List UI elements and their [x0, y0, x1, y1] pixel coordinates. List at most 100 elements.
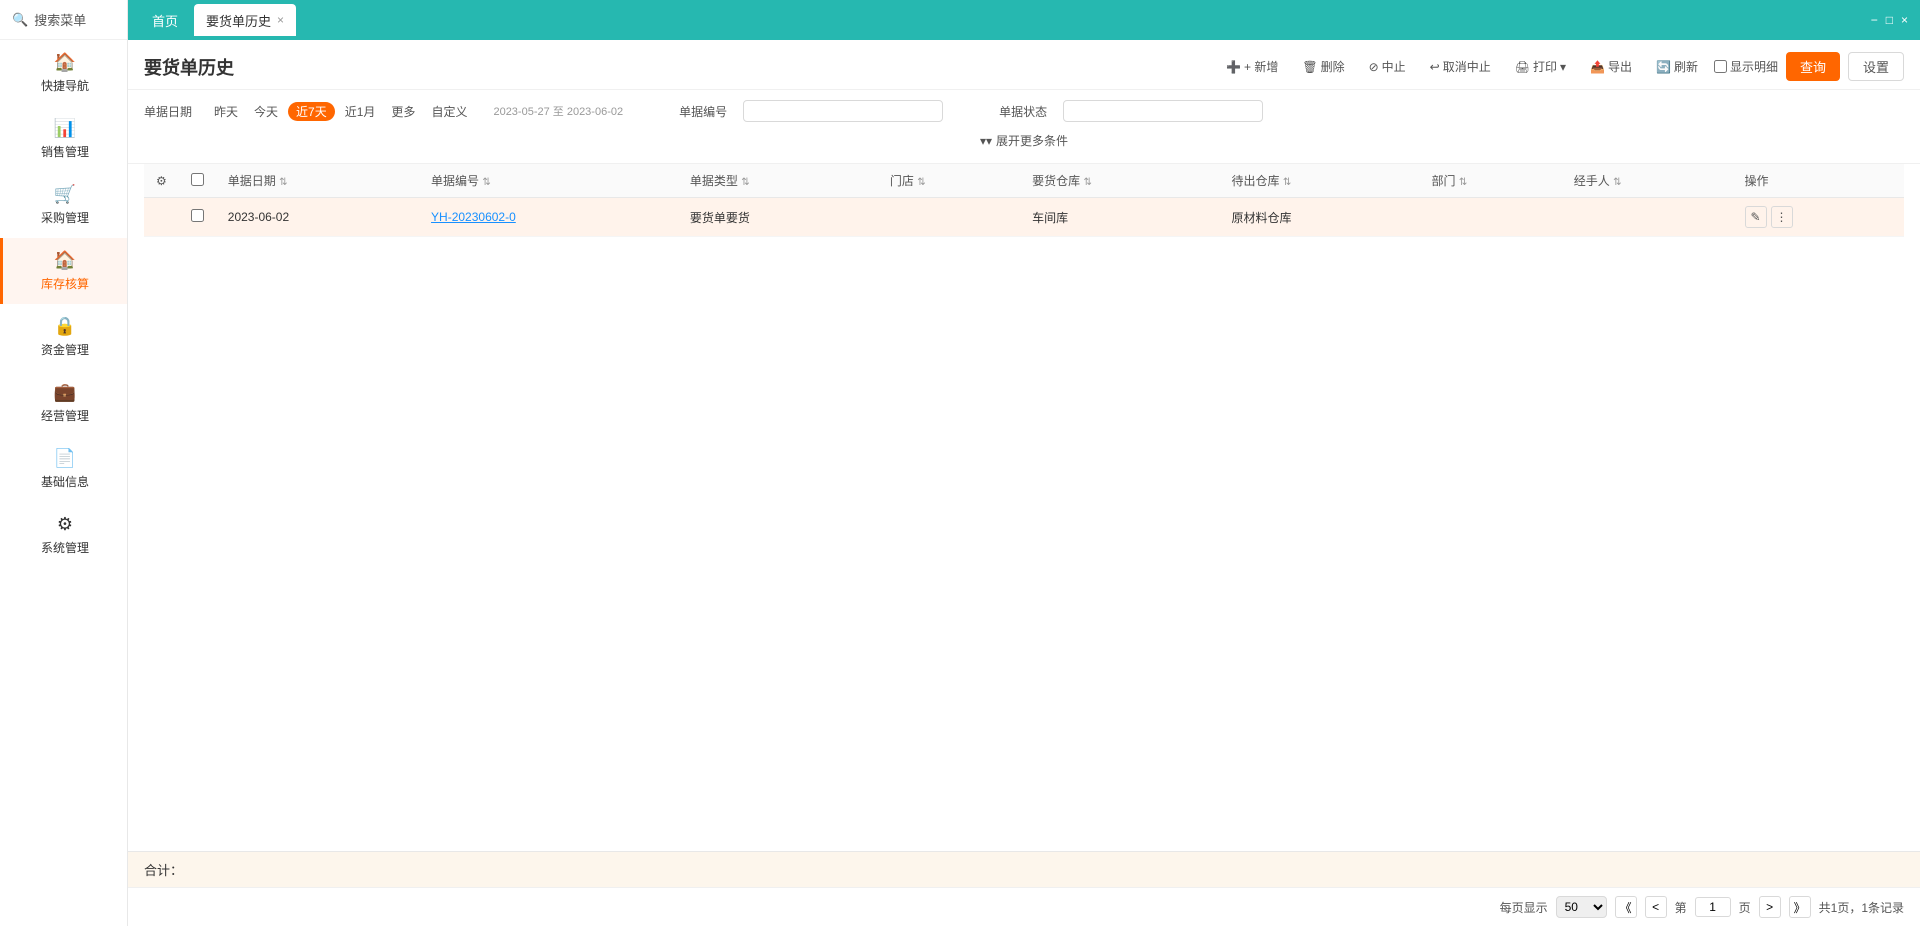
- sidebar-item-inventory[interactable]: 🏠 库存核算: [0, 238, 127, 304]
- print-dropdown-icon: ▾: [1560, 60, 1566, 74]
- basic-info-icon: 📄: [54, 448, 76, 469]
- row-store: [878, 198, 1020, 237]
- refresh-icon: 🔄: [1656, 60, 1671, 74]
- window-maximize[interactable]: □: [1886, 13, 1893, 27]
- date-btn-custom[interactable]: 自定义: [425, 102, 473, 121]
- date-btn-more[interactable]: 更多: [385, 102, 421, 121]
- date-btn-today[interactable]: 今天: [248, 102, 284, 121]
- prev-page-btn[interactable]: <: [1645, 896, 1667, 918]
- data-table: ⚙ 单据日期 ⇅ 单据编号 ⇅: [144, 164, 1904, 237]
- status-label: 单据状态: [999, 103, 1047, 120]
- toolbar: ➕ + 新增 🗑 删除 ⊘ 中止 ↩ 取消中止 🖨 打印: [1218, 52, 1904, 81]
- delete-button[interactable]: 🗑 删除: [1294, 54, 1352, 79]
- sidebar-item-label: 销售管理: [41, 143, 89, 160]
- print-button[interactable]: 🖨 打印 ▾: [1507, 54, 1574, 79]
- row-date: 2023-06-02: [216, 198, 419, 237]
- inventory-icon: 🏠: [54, 250, 76, 271]
- op-more-btn[interactable]: ⋮: [1771, 206, 1793, 228]
- main-content: 首页 要货单历史 × − □ × 要货单历史 ➕ + 新增 🗑 删除: [128, 0, 1920, 926]
- next-page-btn[interactable]: >: [1759, 896, 1781, 918]
- table-header: ⚙ 单据日期 ⇅ 单据编号 ⇅: [144, 164, 1904, 198]
- sort-docno-icon[interactable]: ⇅: [482, 177, 490, 188]
- row-doc-type: 要货单要货: [678, 198, 878, 237]
- tab-close-icon[interactable]: ×: [277, 13, 284, 27]
- display-detail-toggle[interactable]: 显示明细: [1714, 58, 1778, 75]
- date-btn-yesterday[interactable]: 昨天: [208, 102, 244, 121]
- cancel-stop-button[interactable]: ↩ 取消中止: [1422, 54, 1499, 79]
- select-all-checkbox[interactable]: [191, 173, 204, 186]
- page-content: 要货单历史 ➕ + 新增 🗑 删除 ⊘ 中止 ↩ 取消中止: [128, 40, 1920, 926]
- sort-doctype-icon[interactable]: ⇅: [741, 177, 749, 188]
- sort-handler-icon[interactable]: ⇅: [1613, 177, 1621, 188]
- display-detail-checkbox[interactable]: [1714, 60, 1727, 73]
- topbar: 首页 要货单历史 × − □ ×: [128, 0, 1920, 40]
- sales-icon: 📊: [54, 118, 76, 139]
- col-settings: ⚙: [144, 164, 179, 198]
- tab-home[interactable]: 首页: [140, 4, 190, 36]
- per-page-label: 每页显示: [1500, 899, 1548, 916]
- sort-pending-wh-icon[interactable]: ⇅: [1283, 177, 1291, 188]
- expand-chevron-icon: ▾▾: [980, 134, 992, 148]
- per-page-select[interactable]: 10 50 100: [1556, 896, 1607, 918]
- status-select[interactable]: [1063, 100, 1263, 122]
- sidebar-item-label: 系统管理: [41, 539, 89, 556]
- sort-dept-icon[interactable]: ⇅: [1459, 177, 1467, 188]
- window-close[interactable]: ×: [1901, 13, 1908, 27]
- export-button[interactable]: 📤 导出: [1582, 54, 1640, 79]
- date-btn-1month[interactable]: 近1月: [339, 102, 382, 121]
- system-icon: ⚙: [57, 514, 73, 535]
- sidebar-item-label: 库存核算: [41, 275, 89, 292]
- sidebar-item-quick-nav[interactable]: 🏠 快捷导航: [0, 40, 127, 106]
- sidebar-item-system[interactable]: ⚙ 系统管理: [0, 502, 127, 568]
- total-records: 共1页，1条记录: [1819, 899, 1904, 916]
- date-filter-buttons: 昨天 今天 近7天 近1月 更多 自定义: [208, 102, 473, 121]
- topbar-right: − □ ×: [1871, 13, 1908, 27]
- col-ops: 操作: [1733, 164, 1904, 198]
- delete-icon: 🗑: [1302, 60, 1317, 74]
- sidebar-item-finance[interactable]: 🔒 资金管理: [0, 304, 127, 370]
- settings-icon[interactable]: ⚙: [156, 174, 167, 188]
- page-number-input[interactable]: [1695, 897, 1731, 917]
- stop-button[interactable]: ⊘ 中止: [1361, 54, 1414, 79]
- date-btn-7days[interactable]: 近7天: [288, 102, 335, 121]
- home-icon: 🏠: [54, 52, 76, 73]
- window-minimize[interactable]: −: [1871, 13, 1878, 27]
- operation-icon: 💼: [54, 382, 76, 403]
- first-page-btn[interactable]: 《: [1615, 896, 1637, 918]
- sidebar-item-label: 经营管理: [41, 407, 89, 424]
- row-pending-warehouse: 原材料仓库: [1220, 198, 1420, 237]
- tab-active[interactable]: 要货单历史 ×: [194, 4, 296, 36]
- sidebar-item-sales[interactable]: 📊 销售管理: [0, 106, 127, 172]
- search-menu[interactable]: 🔍 搜索菜单: [0, 0, 127, 40]
- row-settings: [144, 198, 179, 237]
- filter-row-1: 单据日期 昨天 今天 近7天 近1月 更多 自定义 2023-05-27 至 2…: [144, 100, 1904, 122]
- date-filter-label: 单据日期: [144, 103, 192, 120]
- page-unit: 页: [1739, 899, 1751, 916]
- col-checkbox: [179, 164, 216, 198]
- table-body: 2023-06-02 YH-20230602-0 要货单要货 车间库 原材料仓库…: [144, 198, 1904, 237]
- table-row: 2023-06-02 YH-20230602-0 要货单要货 车间库 原材料仓库…: [144, 198, 1904, 237]
- expand-more-btn[interactable]: ▾▾ 展开更多条件: [976, 128, 1072, 153]
- sidebar-item-label: 基础信息: [41, 473, 89, 490]
- new-button[interactable]: ➕ + 新增: [1218, 54, 1286, 79]
- row-req-warehouse: 车间库: [1020, 198, 1219, 237]
- col-date: 单据日期 ⇅: [216, 164, 419, 198]
- op-edit-btn[interactable]: ✎: [1745, 206, 1767, 228]
- row-handler: [1562, 198, 1733, 237]
- last-page-btn[interactable]: 》: [1789, 896, 1811, 918]
- row-checkbox[interactable]: [191, 209, 204, 222]
- sort-date-icon[interactable]: ⇅: [279, 177, 287, 188]
- sidebar-item-operation[interactable]: 💼 经营管理: [0, 370, 127, 436]
- sort-req-wh-icon[interactable]: ⇅: [1083, 177, 1091, 188]
- refresh-button[interactable]: 🔄 刷新: [1648, 54, 1706, 79]
- sidebar-item-basic-info[interactable]: 📄 基础信息: [0, 436, 127, 502]
- cancel-stop-icon: ↩: [1430, 60, 1440, 74]
- sidebar-item-purchase[interactable]: 🛒 采购管理: [0, 172, 127, 238]
- date-range-display: 2023-05-27 至 2023-06-02: [493, 103, 623, 119]
- sidebar-item-label: 快捷导航: [41, 77, 89, 94]
- doc-no-input[interactable]: [743, 100, 943, 122]
- query-button[interactable]: 查询: [1786, 52, 1840, 81]
- new-icon: ➕: [1226, 60, 1241, 74]
- settings-button[interactable]: 设置: [1848, 52, 1904, 81]
- sort-store-icon[interactable]: ⇅: [917, 177, 925, 188]
